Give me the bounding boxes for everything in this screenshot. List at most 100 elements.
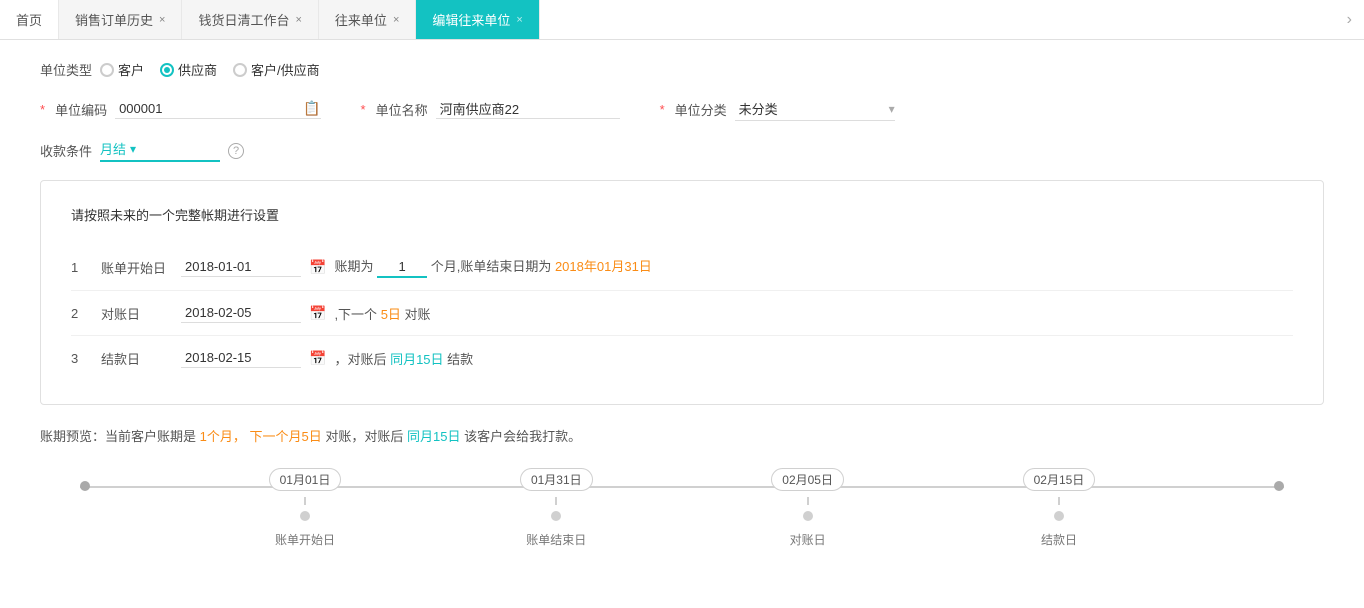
- timeline-point-4-connector: [1058, 497, 1060, 505]
- radio-supplier-circle: [160, 63, 174, 77]
- unit-code-copy-icon[interactable]: 📋: [303, 100, 320, 117]
- radio-customer[interactable]: 客户: [100, 60, 144, 79]
- tab-edit-partner[interactable]: 编辑往来单位 ×: [416, 0, 539, 39]
- main-content: 单位类型 客户 供应商 客户/供应商 * 单位编码: [0, 40, 1364, 608]
- timeline-start-dot: [80, 480, 90, 491]
- radio-supplier-label: 供应商: [178, 60, 217, 79]
- period-settings-box: 请按照未来的一个完整帐期进行设置 1 账单开始日 📅 账期为 个月,账单结束日期…: [40, 180, 1324, 405]
- tab-cash-work-label: 钱货日清工作台: [198, 10, 289, 29]
- period-row-2-num: 2: [71, 306, 101, 321]
- tab-partner-unit[interactable]: 往来单位 ×: [319, 0, 416, 39]
- preview-label-prefix: 账期预览：当前客户账期是: [40, 429, 196, 444]
- period-row-3-desc-suffix: 结款: [447, 352, 473, 367]
- period-row-3-after-date: 同月15日: [390, 352, 443, 367]
- unit-code-input[interactable]: [115, 99, 299, 118]
- timeline-end-circle: [1274, 481, 1284, 491]
- tab-edit-partner-close[interactable]: ×: [516, 14, 522, 26]
- period-row-2-date[interactable]: [181, 303, 301, 323]
- period-row-3-desc: ，对账后 同月15日 结款: [334, 349, 473, 368]
- preview-months: 1个月，: [200, 429, 246, 444]
- timeline-point-2-desc: 账单结束日: [526, 531, 586, 548]
- timeline-point-2: 01月31日 账单结束日: [520, 468, 593, 548]
- unit-code-group: * 单位编码 📋: [40, 99, 321, 119]
- period-row-2-desc-suffix: 对账: [405, 307, 431, 322]
- radio-customer-label: 客户: [118, 60, 144, 79]
- period-row-3-num: 3: [71, 351, 101, 366]
- timeline-start-circle: [80, 481, 90, 491]
- tab-expand-button[interactable]: ›: [1335, 0, 1364, 39]
- unit-name-group: * 单位名称: [361, 99, 620, 119]
- timeline-point-1-connector: [304, 497, 306, 505]
- period-row-1-type: 账单开始日: [101, 258, 181, 277]
- period-row-1-desc-prefix: 账期为: [334, 259, 373, 274]
- timeline-point-2-dot: [551, 511, 561, 521]
- timeline-point-4-dot: [1054, 511, 1064, 521]
- timeline-point-2-connector: [555, 497, 557, 505]
- period-row-3-date[interactable]: [181, 348, 301, 368]
- radio-customer-supplier[interactable]: 客户/供应商: [233, 60, 320, 79]
- period-row-1-desc: 账期为 个月,账单结束日期为 2018年01月31日: [334, 256, 651, 278]
- tab-bar: 首页 销售订单历史 × 钱货日清工作台 × 往来单位 × 编辑往来单位 × ›: [0, 0, 1364, 40]
- payment-condition-label: 收款条件: [40, 141, 92, 160]
- radio-customer-supplier-label: 客户/供应商: [251, 60, 320, 79]
- preview-payment-suffix: 该客户会给我打款。: [464, 429, 581, 444]
- unit-code-input-wrapper: 📋: [115, 99, 320, 119]
- timeline-end-dot: [1274, 480, 1284, 491]
- timeline-point-4-desc: 结款日: [1041, 531, 1077, 548]
- timeline-wrapper: 01月01日 账单开始日 01月31日 账单结束日 02月05日 对账日: [40, 468, 1324, 548]
- unit-category-group: * 单位分类 未分类 ▾: [660, 97, 895, 121]
- tab-sales-history-close[interactable]: ×: [159, 14, 165, 26]
- timeline-point-3-label: 02月05日: [771, 468, 844, 491]
- unit-type-row: 单位类型 客户 供应商 客户/供应商: [40, 60, 1324, 79]
- tab-cash-work-close[interactable]: ×: [295, 14, 301, 26]
- timeline-point-1: 01月01日 账单开始日: [269, 468, 342, 548]
- unit-name-input[interactable]: [436, 99, 620, 119]
- period-row-2-calendar-icon[interactable]: 📅: [309, 305, 326, 322]
- timeline-point-2-label: 01月31日: [520, 468, 593, 491]
- period-row-1-calendar-icon[interactable]: 📅: [309, 259, 326, 276]
- tab-home[interactable]: 首页: [0, 0, 59, 39]
- payment-condition-row: 收款条件 月结 ▾ ?: [40, 139, 1324, 162]
- tab-home-label: 首页: [16, 10, 42, 29]
- payment-condition-value: 月结: [100, 139, 126, 158]
- payment-condition-chevron-icon: ▾: [130, 142, 136, 156]
- period-row-1: 1 账单开始日 📅 账期为 个月,账单结束日期为 2018年01月31日: [71, 244, 1293, 291]
- preview-text: 账期预览：当前客户账期是 1个月， 下一个月5日 对账，对账后 同月15日 该客…: [40, 425, 1324, 448]
- period-row-3-calendar-icon[interactable]: 📅: [309, 350, 326, 367]
- payment-condition-select[interactable]: 月结 ▾: [100, 139, 220, 162]
- period-row-1-desc-suffix: 个月,账单结束日期为: [431, 259, 552, 274]
- timeline-point-1-label: 01月01日: [269, 468, 342, 491]
- period-row-3-desc-prefix: ，对账后: [334, 352, 386, 367]
- period-row-1-end-date: 2018年01月31日: [555, 259, 652, 274]
- period-row-2-desc-prefix: ,下一个: [334, 307, 377, 322]
- tab-sales-history[interactable]: 销售订单历史 ×: [59, 0, 182, 39]
- period-row-2: 2 对账日 📅 ,下一个 5日 对账: [71, 291, 1293, 336]
- period-row-3: 3 结款日 📅 ，对账后 同月15日 结款: [71, 336, 1293, 380]
- period-row-1-months-input[interactable]: [377, 257, 427, 278]
- tab-partner-unit-label: 往来单位: [335, 10, 387, 29]
- timeline-point-1-dot: [300, 511, 310, 521]
- payment-condition-help-icon[interactable]: ?: [228, 143, 244, 159]
- timeline-point-1-desc: 账单开始日: [275, 531, 335, 548]
- unit-type-label: 单位类型: [40, 60, 92, 79]
- timeline-point-3-dot: [803, 511, 813, 521]
- tab-edit-partner-label: 编辑往来单位: [432, 10, 510, 29]
- radio-customer-supplier-circle: [233, 63, 247, 77]
- timeline-points: 01月01日 账单开始日 01月31日 账单结束日 02月05日 对账日: [80, 468, 1284, 548]
- unit-name-label: 单位名称: [376, 100, 428, 119]
- unit-category-chevron-icon: ▾: [889, 102, 895, 116]
- radio-customer-circle: [100, 63, 114, 77]
- unit-category-star: *: [660, 102, 665, 117]
- unit-category-label: 单位分类: [675, 100, 727, 119]
- unit-category-select[interactable]: 未分类 ▾: [735, 97, 895, 121]
- unit-type-group: 单位类型 客户 供应商 客户/供应商: [40, 60, 320, 79]
- unit-name-star: *: [361, 102, 366, 117]
- period-row-2-desc: ,下一个 5日 对账: [334, 304, 430, 323]
- radio-supplier[interactable]: 供应商: [160, 60, 217, 79]
- period-row-1-date[interactable]: [181, 257, 301, 277]
- period-row-1-num: 1: [71, 260, 101, 275]
- tab-partner-unit-close[interactable]: ×: [393, 14, 399, 26]
- timeline-point-4: 02月15日 结款日: [1023, 468, 1096, 548]
- tab-cash-work[interactable]: 钱货日清工作台 ×: [182, 0, 318, 39]
- period-hint: 请按照未来的一个完整帐期进行设置: [71, 205, 1293, 224]
